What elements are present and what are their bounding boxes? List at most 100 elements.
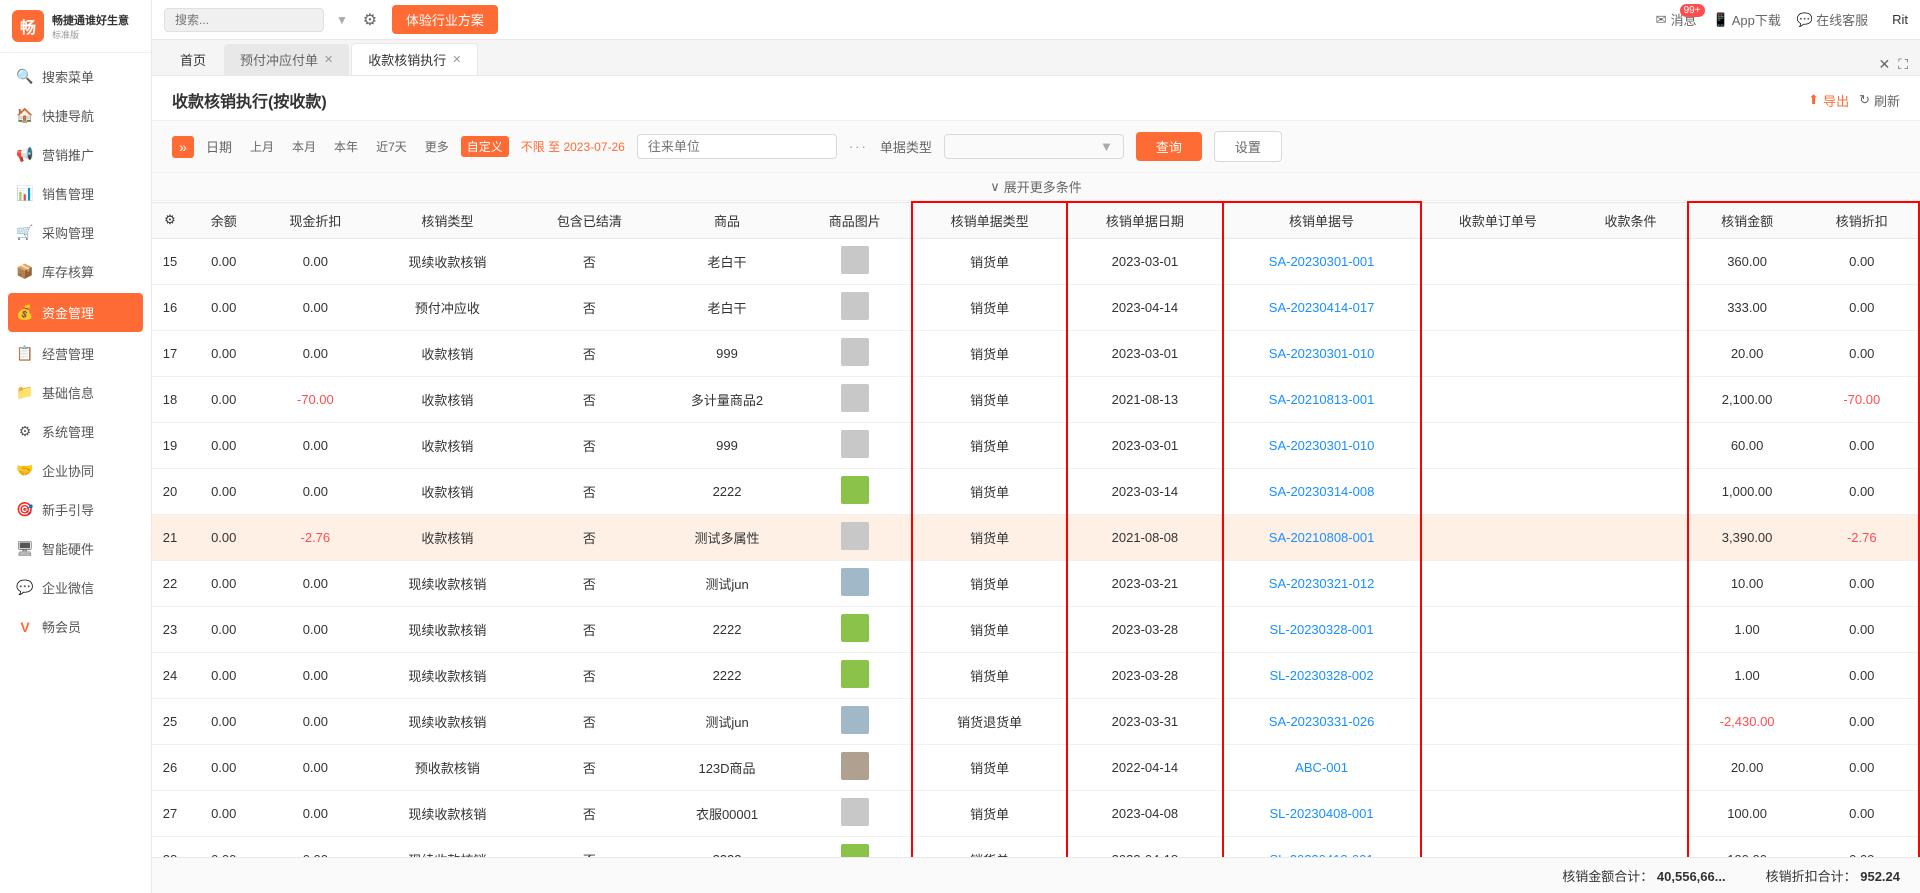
solution-button[interactable]: 体验行业方案 <box>392 5 498 34</box>
cell-balance: 0.00 <box>188 423 259 469</box>
cell-bill-date: 2021-08-13 <box>1067 377 1222 423</box>
cell-cash-discount: 0.00 <box>259 607 371 653</box>
sidebar-item-search[interactable]: 🔍 搜索菜单 <box>0 57 151 96</box>
main-area: ▼ ⚙ 体验行业方案 ✉ 消息 99+ 📱 App下载 💬 在线客服 Rit <box>152 0 1920 893</box>
page-header: 收款核销执行(按收款) ⬆ 导出 ↻ 刷新 <box>152 76 1920 121</box>
cell-receipt-order <box>1421 561 1575 607</box>
data-table: ⚙ 余额 现金折扣 核销类型 包含已结清 商品 商品图片 核销单据类型 核销单据… <box>152 201 1920 857</box>
sidebar-item-hardware[interactable]: 🖥 智能硬件 <box>0 529 151 568</box>
cell-id: 26 <box>152 745 188 791</box>
cell-writeoff-amount: 20.00 <box>1688 331 1806 377</box>
tab-writeoff[interactable]: 收款核销执行 ✕ <box>351 43 478 75</box>
sidebar-item-marketing[interactable]: 📢 营销推广 <box>0 135 151 174</box>
col-header-settings[interactable]: ⚙ <box>152 202 188 239</box>
sidebar-item-collab[interactable]: 🤝 企业协同 <box>0 451 151 490</box>
cell-balance: 0.00 <box>188 469 259 515</box>
cell-balance: 0.00 <box>188 837 259 858</box>
close-prepay-tab-icon[interactable]: ✕ <box>324 53 333 66</box>
cell-product: 老白干 <box>655 239 798 285</box>
date-7days[interactable]: 近7天 <box>370 136 413 157</box>
cell-writeoff-type: 现续收款核销 <box>371 791 523 837</box>
bill-type-select[interactable]: ▼ <box>944 134 1124 159</box>
message-button[interactable]: ✉ 消息 99+ <box>1656 10 1697 29</box>
sidebar-item-purchase[interactable]: 🛒 采购管理 <box>0 213 151 252</box>
refresh-button[interactable]: ↻ 刷新 <box>1859 91 1900 110</box>
filter-toggle-button[interactable]: » <box>172 136 194 158</box>
search-input[interactable] <box>164 8 324 32</box>
cell-writeoff-type: 预收款核销 <box>371 745 523 791</box>
cell-include-settled: 否 <box>523 423 655 469</box>
cell-include-settled: 否 <box>523 607 655 653</box>
cell-bill-type: 销货单 <box>912 423 1067 469</box>
cell-writeoff-discount: 0.00 <box>1806 285 1919 331</box>
inventory-icon: 📦 <box>16 263 34 281</box>
chevron-down-icon: ▼ <box>1100 139 1113 154</box>
cell-bill-date: 2023-04-18 <box>1067 837 1222 858</box>
sidebar-item-wechat[interactable]: 💬 企业微信 <box>0 568 151 607</box>
cell-id: 23 <box>152 607 188 653</box>
cell-receipt-condition <box>1574 377 1687 423</box>
cell-product-image <box>799 331 912 377</box>
cell-bill-number: SL-20230328-002 <box>1223 653 1421 699</box>
close-writeoff-tab-icon[interactable]: ✕ <box>452 53 461 66</box>
date-more[interactable]: 更多 <box>419 136 455 157</box>
cell-product: 999 <box>655 331 798 377</box>
system-icon: ⚙ <box>16 423 34 441</box>
table-row: 24 0.00 0.00 现续收款核销 否 2222 销货单 2023-03-2… <box>152 653 1919 699</box>
sidebar-item-member[interactable]: V 畅会员 <box>0 607 151 646</box>
table-row: 25 0.00 0.00 现续收款核销 否 测试jun 销货退货单 2023-0… <box>152 699 1919 745</box>
date-this-month[interactable]: 本月 <box>286 136 322 157</box>
topbar-right: ✉ 消息 99+ 📱 App下载 💬 在线客服 Rit <box>1656 10 1908 29</box>
sidebar-item-basic-info[interactable]: 📁 基础信息 <box>0 373 151 412</box>
maximize-tab-icon[interactable]: ⛶ <box>1898 56 1908 73</box>
close-tab-icon[interactable]: ✕ <box>1878 56 1890 73</box>
cell-product-image <box>799 515 912 561</box>
app-download-button[interactable]: 📱 App下载 <box>1713 10 1781 29</box>
tab-home[interactable]: 首页 <box>164 44 222 75</box>
expand-conditions-btn[interactable]: ∨ 展开更多条件 <box>990 177 1082 196</box>
cell-cash-discount: 0.00 <box>259 653 371 699</box>
total-discount-label: 核销折扣合计： 952.24 <box>1766 866 1900 885</box>
cell-receipt-order <box>1421 239 1575 285</box>
sidebar-item-guide[interactable]: 🎯 新手引导 <box>0 490 151 529</box>
tab-prepay[interactable]: 预付冲应付单 ✕ <box>224 44 349 75</box>
table-row: 17 0.00 0.00 收款核销 否 999 销货单 2023-03-01 S… <box>152 331 1919 377</box>
sidebar-item-finance[interactable]: 💰 资金管理 <box>8 293 143 332</box>
settings-icon[interactable]: ⚙ <box>356 6 384 34</box>
cell-bill-type: 销货单 <box>912 653 1067 699</box>
col-header-writeoff-amount: 核销金额 <box>1688 202 1806 239</box>
page-content: 收款核销执行(按收款) ⬆ 导出 ↻ 刷新 » 日期 上月 本月 本年 近7天 <box>152 76 1920 893</box>
cell-writeoff-amount: 333.00 <box>1688 285 1806 331</box>
cell-cash-discount: 0.00 <box>259 423 371 469</box>
cell-receipt-order <box>1421 607 1575 653</box>
date-this-year[interactable]: 本年 <box>328 136 364 157</box>
table-footer: 核销金额合计： 40,556,66... 核销折扣合计： 952.24 <box>152 857 1920 893</box>
cell-include-settled: 否 <box>523 239 655 285</box>
sidebar-item-sales[interactable]: 📊 销售管理 <box>0 174 151 213</box>
cell-receipt-order <box>1421 285 1575 331</box>
table-container[interactable]: ⚙ 余额 现金折扣 核销类型 包含已结清 商品 商品图片 核销单据类型 核销单据… <box>152 201 1920 857</box>
filter-dots: ··· <box>849 139 868 154</box>
cell-bill-date: 2023-03-14 <box>1067 469 1222 515</box>
col-header-bill-type: 核销单据类型 <box>912 202 1067 239</box>
export-icon: ⬆ <box>1808 92 1819 108</box>
table-row: 21 0.00 -2.76 收款核销 否 测试多属性 销货单 2021-08-0… <box>152 515 1919 561</box>
cell-receipt-condition <box>1574 469 1687 515</box>
setting-button[interactable]: 设置 <box>1214 131 1282 162</box>
table-row: 16 0.00 0.00 预付冲应收 否 老白干 销货单 2023-04-14 … <box>152 285 1919 331</box>
cell-cash-discount: -70.00 <box>259 377 371 423</box>
sidebar-item-inventory[interactable]: 📦 库存核算 <box>0 252 151 291</box>
date-last-month[interactable]: 上月 <box>244 136 280 157</box>
export-button[interactable]: ⬆ 导出 <box>1808 91 1849 110</box>
cell-id: 28 <box>152 837 188 858</box>
online-service-button[interactable]: 💬 在线客服 <box>1797 10 1868 29</box>
sidebar-item-operations[interactable]: 📋 经营管理 <box>0 334 151 373</box>
cell-writeoff-type: 现续收款核销 <box>371 699 523 745</box>
cell-balance: 0.00 <box>188 607 259 653</box>
cell-id: 27 <box>152 791 188 837</box>
query-button[interactable]: 查询 <box>1136 132 1202 161</box>
sidebar-item-nav[interactable]: 🏠 快捷导航 <box>0 96 151 135</box>
partner-input[interactable] <box>637 134 837 159</box>
sidebar-item-system[interactable]: ⚙ 系统管理 <box>0 412 151 451</box>
date-custom-btn[interactable]: 自定义 <box>461 136 509 157</box>
